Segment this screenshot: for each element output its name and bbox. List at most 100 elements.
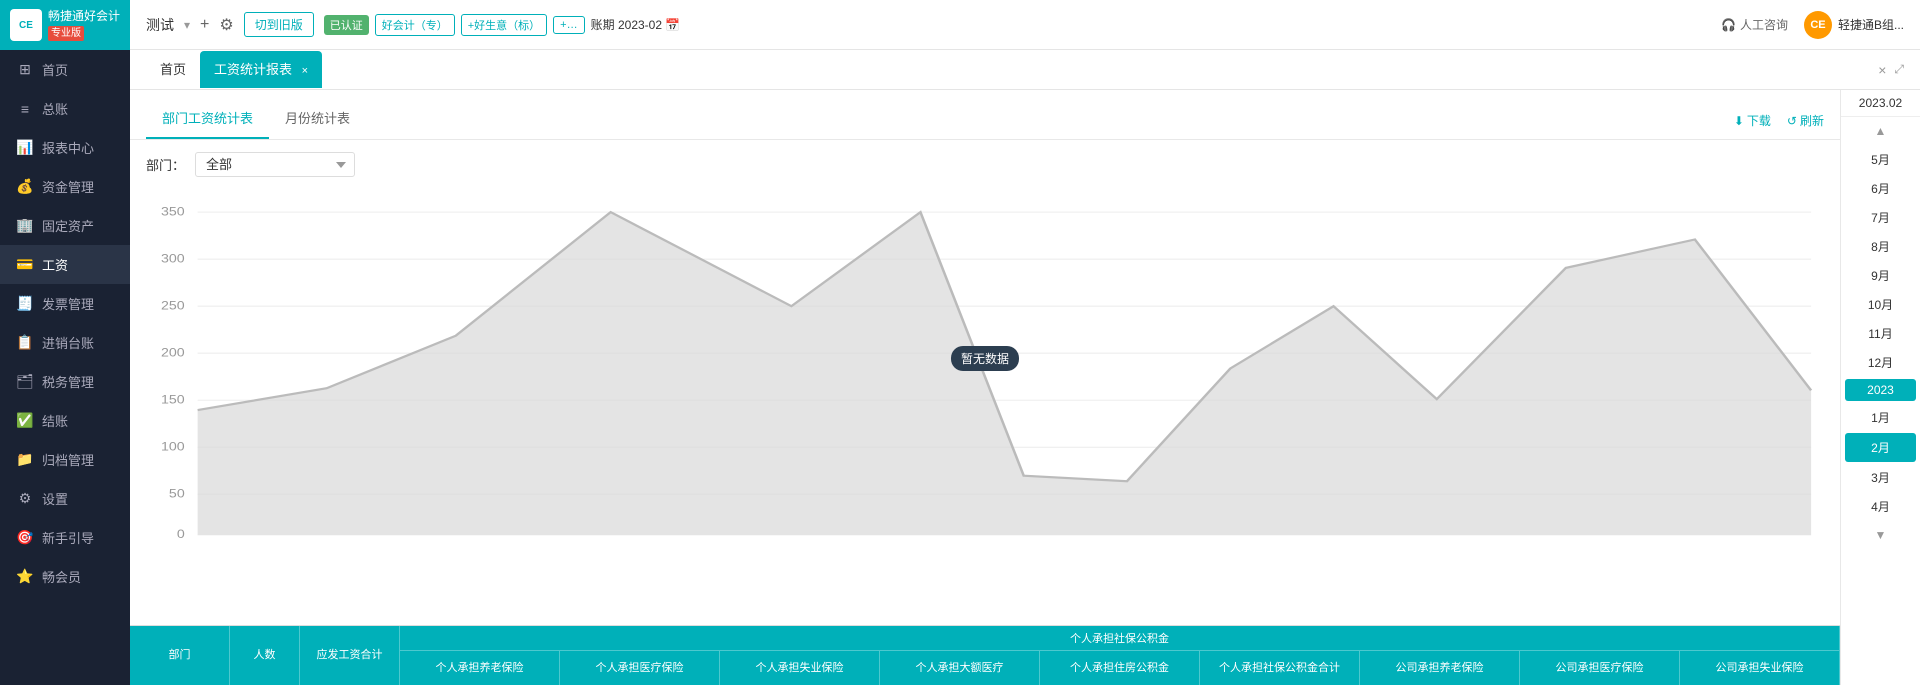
sidebar-item-purchase[interactable]: 📋 进销台账 (0, 323, 130, 362)
sidebar-item-invoice[interactable]: 🧾 发票管理 (0, 284, 130, 323)
sidebar-item-salary[interactable]: 💳 工资 (0, 245, 130, 284)
sidebar-item-home[interactable]: ⊞ 首页 (0, 50, 130, 89)
tab-home[interactable]: 首页 (146, 51, 200, 88)
date-sep[interactable]: 9月 (1841, 261, 1920, 290)
sidebar-item-settings[interactable]: ⚙ 设置 (0, 479, 130, 518)
th-medical: 个人承担医疗保险 (560, 651, 720, 685)
refresh-button[interactable]: ↺ 刷新 (1787, 112, 1824, 129)
svg-text:0: 0 (177, 527, 185, 541)
date-nav-up: ▲ (1841, 117, 1920, 145)
period-label: 账期 2023-02 📅 (591, 16, 681, 33)
svg-text:50: 50 (169, 487, 185, 501)
sidebar-item-ledger[interactable]: ≡ 总账 (0, 89, 130, 128)
logo-icon: CE (10, 9, 42, 41)
th-group-label: 个人承担社保公积金 (400, 626, 1839, 651)
date-nov[interactable]: 11月 (1841, 319, 1920, 348)
th-dept: 部门 (130, 626, 230, 685)
calendar-icon[interactable]: 📅 (665, 18, 680, 32)
date-may[interactable]: 5月 (1841, 145, 1920, 174)
salary-icon: 💳 (16, 256, 34, 273)
switch-version-button[interactable]: 切到旧版 (244, 12, 314, 37)
chart-container: 350 300 250 200 150 100 50 0 (146, 199, 1824, 549)
avatar: CE (1804, 11, 1832, 39)
archive-icon: 📁 (16, 451, 34, 468)
th-unemployment: 个人承担失业保险 (720, 651, 880, 685)
tab-actions: ⬇ 下载 ↺ 刷新 (1734, 112, 1824, 129)
th-company-unemployment: 公司承担失业保险 (1680, 651, 1839, 685)
date-nav-down: ▼ (1841, 521, 1920, 549)
svg-text:250: 250 (161, 298, 185, 312)
date-jan[interactable]: 1月 (1841, 403, 1920, 432)
sub-tab-dept[interactable]: 部门工资统计表 (146, 102, 269, 139)
th-personal-insurance-group: 个人承担社保公积金 个人承担养老保险 个人承担医疗保险 个人承担失业保险 个人承… (400, 626, 1840, 685)
expand-panel-button[interactable]: ⤢ (1894, 62, 1904, 77)
date-jun[interactable]: 6月 (1841, 174, 1920, 203)
download-icon: ⬇ (1734, 114, 1744, 128)
dept-filter-select[interactable]: 全部 部门一 部门二 (195, 152, 355, 177)
assets-icon: 🏢 (16, 217, 34, 234)
svg-text:300: 300 (161, 251, 185, 265)
th-company-medical: 公司承担医疗保险 (1520, 651, 1680, 685)
tab-salary-report[interactable]: 工资统计报表 × (200, 51, 322, 88)
purchase-icon: 📋 (16, 334, 34, 351)
tab-close-icon[interactable]: × (302, 65, 308, 77)
date-nav-down-button[interactable]: ▼ (1871, 525, 1891, 545)
add-button[interactable]: + (200, 16, 209, 34)
ledger-icon: ≡ (16, 101, 34, 117)
date-mar[interactable]: 3月 (1841, 463, 1920, 492)
date-apr[interactable]: 4月 (1841, 492, 1920, 521)
dept-filter-label: 部门： (146, 155, 185, 174)
sidebar-item-funds[interactable]: 💰 资金管理 (0, 167, 130, 206)
sub-tabs: 部门工资统计表 月份统计表 ⬇ 下载 ↺ 刷新 (130, 90, 1840, 140)
home-icon: ⊞ (16, 61, 34, 78)
th-group-cells: 个人承担养老保险 个人承担医疗保险 个人承担失业保险 个人承担大额医疗 个人承担… (400, 651, 1839, 685)
th-insurance-total: 个人承担社保公积金合计 (1200, 651, 1360, 685)
th-total-salary: 应发工资合计 (300, 626, 400, 685)
more-badge: +… (553, 16, 584, 34)
filter-row: 部门： 全部 部门一 部门二 (130, 140, 1840, 189)
sidebar-item-assets[interactable]: 🏢 固定资产 (0, 206, 130, 245)
sidebar-item-member[interactable]: ⭐ 畅会员 (0, 557, 130, 596)
svg-text:150: 150 (161, 393, 185, 407)
settings-button[interactable]: ⚙ (219, 15, 233, 35)
date-nav-up-button[interactable]: ▲ (1871, 121, 1891, 141)
main-area: 测试 ▾ + ⚙ 切到旧版 已认证 好会计（专） +好生意（标） +… 账期 2… (130, 0, 1920, 685)
sub-tab-month[interactable]: 月份统计表 (269, 102, 366, 139)
app-logo: CE 畅捷通好会计 专业版 (0, 0, 130, 50)
topbar: 测试 ▾ + ⚙ 切到旧版 已认证 好会计（专） +好生意（标） +… 账期 2… (130, 0, 1920, 50)
download-button[interactable]: ⬇ 下载 (1734, 112, 1771, 129)
username: 轻捷通B组... (1838, 16, 1904, 33)
user-menu[interactable]: CE 轻捷通B组... (1804, 11, 1904, 39)
date-feb[interactable]: 2月 (1845, 433, 1916, 462)
good-account-badge: 好会计（专） (375, 14, 455, 36)
business-badge: +好生意（标） (461, 14, 547, 36)
sidebar-item-close[interactable]: ✅ 结账 (0, 401, 130, 440)
sidebar-item-guide[interactable]: 🎯 新手引导 (0, 518, 130, 557)
company-title: 测试 (146, 15, 174, 35)
date-aug[interactable]: 8月 (1841, 232, 1920, 261)
sidebar-item-tax[interactable]: 🗂 税务管理 (0, 362, 130, 401)
date-dec[interactable]: 12月 (1841, 348, 1920, 377)
svg-text:100: 100 (161, 440, 185, 454)
guide-icon: 🎯 (16, 529, 34, 546)
badges-area: 已认证 好会计（专） +好生意（标） +… 账期 2023-02 📅 (324, 14, 1711, 36)
tabbar: 首页 工资统计报表 × × ⤢ (130, 50, 1920, 90)
content-main: 部门工资统计表 月份统计表 ⬇ 下载 ↺ 刷新 (130, 90, 1840, 685)
support-button[interactable]: 🎧 人工咨询 (1721, 16, 1788, 33)
th-serious-illness: 个人承担大额医疗 (880, 651, 1040, 685)
table-header: 部门 人数 应发工资合计 个人承担社保公积金 个人承担养老保险 个人承担医疗保险… (130, 625, 1840, 685)
headset-icon: 🎧 (1721, 18, 1736, 32)
close-panel-button[interactable]: × (1878, 62, 1886, 78)
date-year-2023[interactable]: 2023 (1845, 379, 1916, 401)
member-icon: ⭐ (16, 568, 34, 585)
chart-tooltip: 暂无数据 (951, 346, 1019, 371)
dropdown-arrow-icon[interactable]: ▾ (184, 18, 190, 32)
date-oct[interactable]: 10月 (1841, 290, 1920, 319)
close-accounts-icon: ✅ (16, 412, 34, 429)
sidebar-item-archive[interactable]: 📁 归档管理 (0, 440, 130, 479)
date-jul[interactable]: 7月 (1841, 203, 1920, 232)
chart-wrapper: 350 300 250 200 150 100 50 0 (130, 189, 1840, 625)
logo-text: 畅捷通好会计 专业版 (48, 9, 120, 41)
sidebar-item-reports[interactable]: 📊 报表中心 (0, 128, 130, 167)
certified-badge: 已认证 (324, 15, 369, 35)
